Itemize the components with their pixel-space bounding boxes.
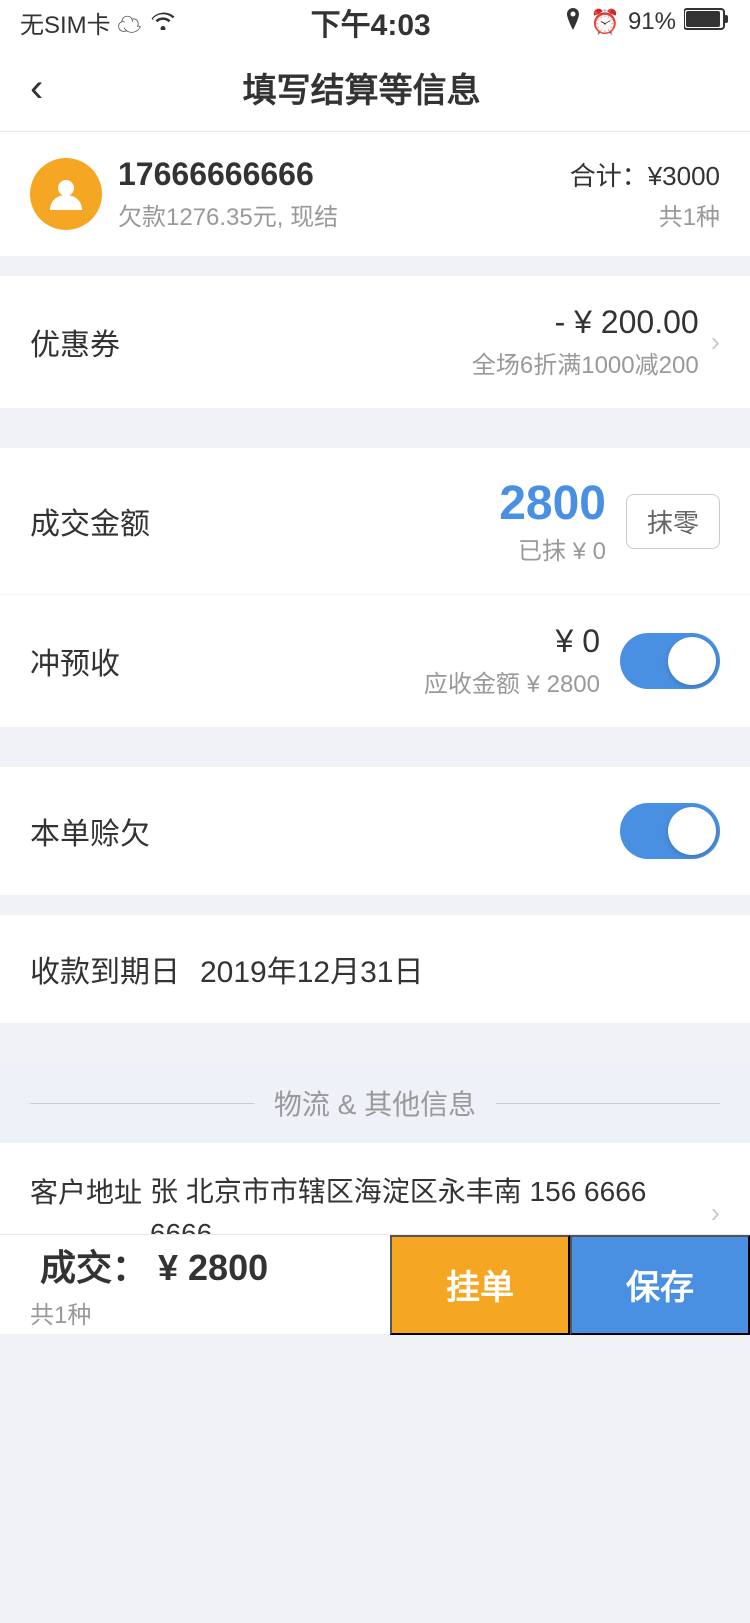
round-button[interactable]: 抹零 <box>626 494 720 549</box>
coupon-label: 优惠券 <box>30 320 120 364</box>
debt-section: 本单赊欠 <box>0 767 750 895</box>
pre-receive-label: 冲预收 <box>30 639 120 683</box>
coupon-row[interactable]: 优惠券 - ¥ 200.00 全场6折满1000减200 › <box>0 276 750 408</box>
total-count: 共1种 <box>570 197 720 232</box>
avatar <box>30 158 102 230</box>
status-left: 无SIM卡 ☁ <box>20 5 177 40</box>
logistics-line-right <box>496 1103 720 1104</box>
bottom-count: 共1种 <box>30 1295 360 1330</box>
hang-button[interactable]: 挂单 <box>390 1235 570 1335</box>
pre-sub: 应收金额 ¥ 2800 <box>424 664 600 699</box>
logistics-line-left <box>30 1103 254 1104</box>
debt-toggle[interactable] <box>620 803 720 859</box>
customer-phone: 17666666666 <box>118 156 338 193</box>
section-divider-3 <box>0 1043 750 1063</box>
pre-receive-row: 冲预收 ¥ 0 应收金额 ¥ 2800 <box>0 595 750 727</box>
deal-amount-row: 成交金额 2800 已抹 ¥ 0 抹零 <box>0 448 750 595</box>
customer-right: 合计：¥3000 共1种 <box>570 156 720 232</box>
pre-receive-right: ¥ 0 应收金额 ¥ 2800 <box>424 623 720 699</box>
coupon-discount: - ¥ 200.00 <box>472 304 699 341</box>
page-title: 填写结算等信息 <box>63 63 660 112</box>
bottom-bar: 成交：¥ 2800 共1种 挂单 保存 <box>0 1234 750 1334</box>
address-arrow-icon: › <box>711 1197 720 1229</box>
due-date-label: 收款到期日 <box>30 947 180 991</box>
coupon-sub: 全场6折满1000减200 <box>472 345 699 380</box>
logistics-header: 物流 & 其他信息 <box>0 1063 750 1143</box>
location-icon <box>564 8 582 37</box>
section-divider-2 <box>0 727 750 747</box>
due-date-value: 2019年12月31日 <box>200 947 423 991</box>
deal-amount-right: 2800 已抹 ¥ 0 抹零 <box>499 476 720 566</box>
debt-row: 本单赊欠 <box>0 767 750 895</box>
status-time: 下午4:03 <box>311 0 431 44</box>
logistics-title: 物流 & 其他信息 <box>274 1083 476 1123</box>
due-date-row: 收款到期日 2019年12月31日 <box>0 915 750 1023</box>
sim-text: 无SIM卡 ☁ <box>20 5 141 40</box>
debt-label: 本单赊欠 <box>30 809 150 853</box>
status-right: ⏰ 91% <box>564 8 730 37</box>
alarm-icon: ⏰ <box>590 8 620 37</box>
deal-amount-sub: 已抹 ¥ 0 <box>499 531 606 566</box>
customer-row: 17666666666 欠款1276.35元, 现结 合计：¥3000 共1种 <box>0 132 750 256</box>
section-divider <box>0 428 750 448</box>
customer-info: 17666666666 欠款1276.35元, 现结 <box>118 156 338 232</box>
pre-value-block: ¥ 0 应收金额 ¥ 2800 <box>424 623 600 699</box>
pre-receive-toggle[interactable] <box>620 633 720 689</box>
coupon-right: - ¥ 200.00 全场6折满1000减200 › <box>472 304 720 380</box>
customer-left: 17666666666 欠款1276.35元, 现结 <box>30 156 338 232</box>
content-area: 17666666666 欠款1276.35元, 现结 合计：¥3000 共1种 … <box>0 132 750 1623</box>
bottom-deal-label: 成交： <box>40 1247 148 1288</box>
pre-value: ¥ 0 <box>424 623 600 660</box>
bottom-summary: 成交：¥ 2800 共1种 <box>0 1239 390 1330</box>
bottom-deal-value: ¥ 2800 <box>158 1247 268 1288</box>
address-label: 客户地址 <box>30 1171 150 1211</box>
save-button[interactable]: 保存 <box>570 1235 750 1335</box>
deal-amount-value: 2800 <box>499 476 606 531</box>
battery-icon <box>684 8 730 37</box>
wifi-icon <box>149 8 177 37</box>
coupon-content: - ¥ 200.00 全场6折满1000减200 <box>472 304 699 380</box>
back-button[interactable]: ‹ <box>30 68 43 108</box>
battery-percent: 91% <box>628 8 676 36</box>
amount-section: 成交金额 2800 已抹 ¥ 0 抹零 冲预收 ¥ 0 应收金额 ¥ 2800 <box>0 448 750 727</box>
status-bar: 无SIM卡 ☁ 下午4:03 ⏰ 91% <box>0 0 750 44</box>
total-label: 合计：¥3000 <box>570 156 720 193</box>
customer-sub: 欠款1276.35元, 现结 <box>118 197 338 232</box>
deal-amount-label: 成交金额 <box>30 499 150 543</box>
bottom-deal-line: 成交：¥ 2800 <box>30 1239 360 1291</box>
coupon-arrow-icon: › <box>711 326 720 358</box>
nav-bar: ‹ 填写结算等信息 <box>0 44 750 132</box>
